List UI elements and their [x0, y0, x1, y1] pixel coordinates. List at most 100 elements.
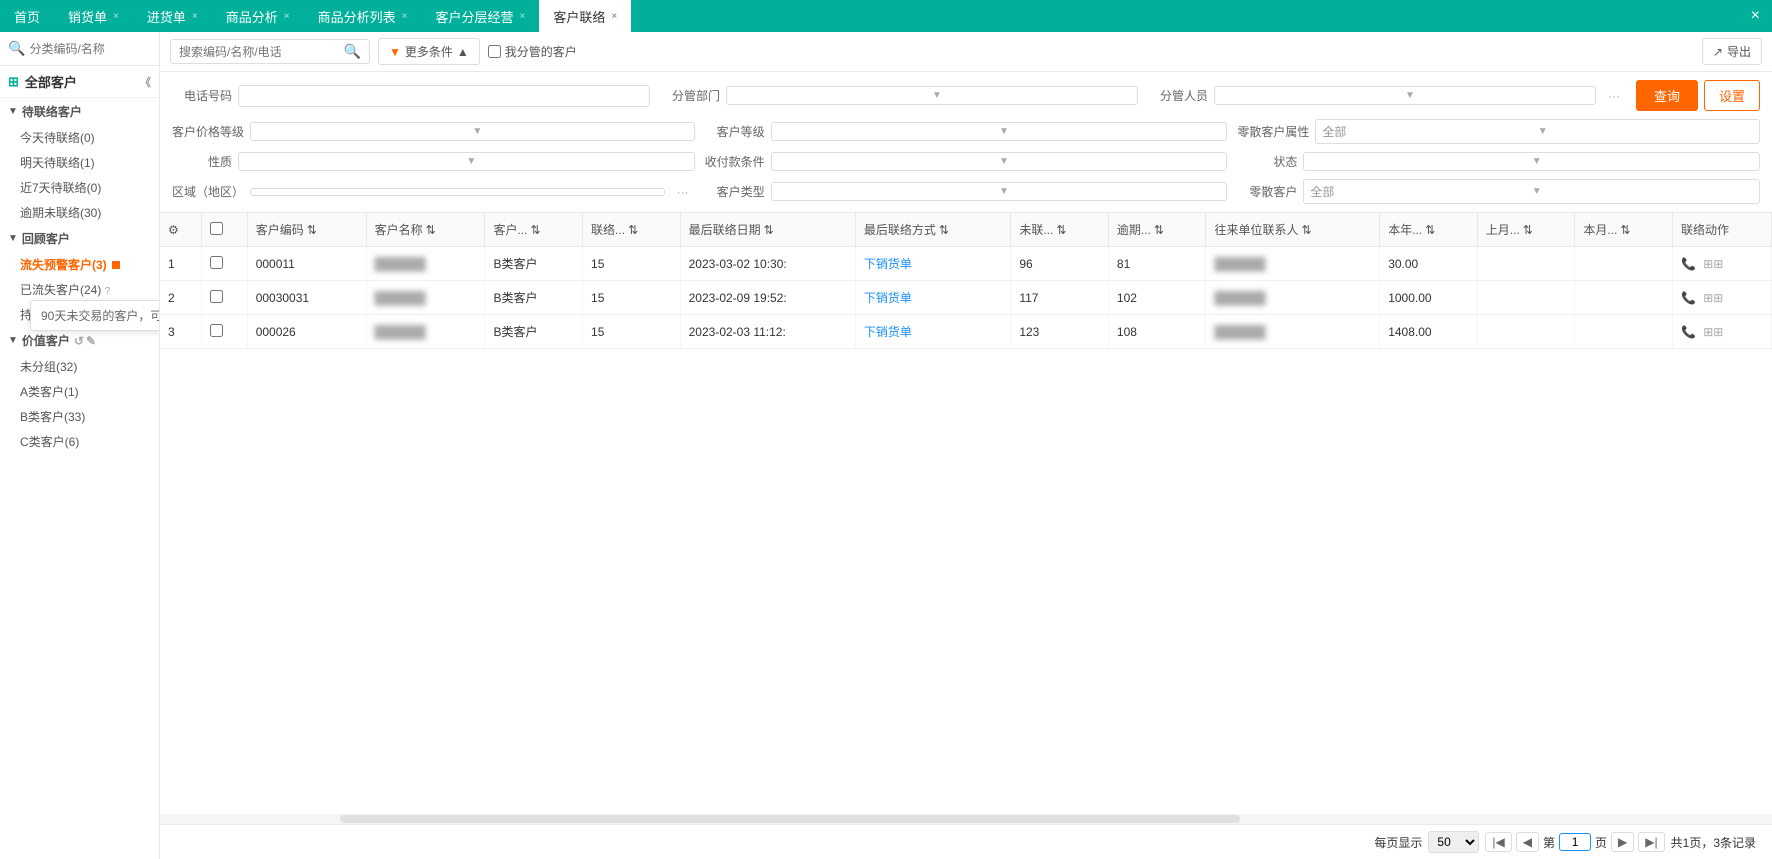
- window-close-button[interactable]: ×: [1739, 7, 1772, 25]
- cell-actions: 📞 ⊞⊞: [1672, 315, 1771, 349]
- sidebar-item-class-c[interactable]: C类客户(6): [0, 429, 159, 454]
- action-icon-more[interactable]: ⊞⊞: [1703, 291, 1723, 305]
- row-checkbox[interactable]: [210, 256, 223, 269]
- cell-this-year: 1000.00: [1380, 281, 1478, 315]
- cell-index: 2: [160, 281, 202, 315]
- sidebar-section-value-title[interactable]: ▼ 价值客户 ↺ ✎: [0, 327, 159, 354]
- th-checkbox: [202, 213, 248, 247]
- filter-status-select[interactable]: ▼: [1303, 152, 1760, 171]
- sidebar-section-lost-title[interactable]: ▼ 回顾客户: [0, 225, 159, 252]
- query-button[interactable]: 查询: [1636, 80, 1698, 111]
- tab-analysis[interactable]: 商品分析 ×: [212, 0, 304, 32]
- tab-close-sales[interactable]: ×: [113, 11, 119, 22]
- filter-phone-input[interactable]: [238, 85, 650, 107]
- sidebar-item-class-b[interactable]: B类客户(33): [0, 404, 159, 429]
- page-size-select[interactable]: 10 20 50 100: [1428, 831, 1479, 853]
- sidebar-item-today-contact[interactable]: 今天待联络(0): [0, 125, 159, 150]
- arrow-icon: ▼: [8, 106, 18, 117]
- sidebar-item-churn-warning[interactable]: 流失预警客户(3): [0, 252, 159, 277]
- cell-index: 3: [160, 315, 202, 349]
- arrow-icon-value: ▼: [8, 335, 18, 346]
- filter-payment-select[interactable]: ▼: [771, 152, 1228, 171]
- action-icon-phone[interactable]: 📞: [1681, 325, 1696, 339]
- edit-icon[interactable]: ✎: [86, 334, 96, 348]
- page-prev-button[interactable]: ◀: [1516, 832, 1539, 852]
- tab-purchase[interactable]: 进货单 ×: [133, 0, 212, 32]
- th-last-contact-date[interactable]: 最后联络日期 ⇅: [680, 213, 855, 247]
- sidebar-item-tomorrow-contact[interactable]: 明天待联络(1): [0, 150, 159, 175]
- settings-button[interactable]: 设置: [1704, 80, 1760, 111]
- th-last-contact-method[interactable]: 最后联络方式 ⇅: [855, 213, 1010, 247]
- toolbar-search-icon[interactable]: 🔍: [344, 43, 361, 60]
- sidebar-item-churned[interactable]: 已流失客户(24) ?: [0, 277, 159, 302]
- tab-sales[interactable]: 销货单 ×: [54, 0, 133, 32]
- filter-retail-customer-select[interactable]: 全部 ▼: [1303, 179, 1760, 204]
- filter-region-select[interactable]: [250, 188, 665, 196]
- tab-close-purchase[interactable]: ×: [192, 11, 198, 22]
- th-last-month[interactable]: 上月... ⇅: [1477, 213, 1575, 247]
- tab-customer-tier[interactable]: 客户分层经营 ×: [421, 0, 539, 32]
- filter-person: 分管人员 ▼ ···: [1148, 86, 1626, 106]
- th-uncontacted[interactable]: 未联... ⇅: [1011, 213, 1109, 247]
- my-customers-checkbox-label[interactable]: 我分管的客户: [488, 43, 577, 60]
- row-checkbox[interactable]: [210, 290, 223, 303]
- action-icon-phone[interactable]: 📞: [1681, 257, 1696, 271]
- th-contact[interactable]: 联络... ⇅: [583, 213, 681, 247]
- tab-close-analysis[interactable]: ×: [284, 11, 290, 22]
- contact-method-link[interactable]: 下销货单: [864, 291, 912, 305]
- filter-more-dots-1[interactable]: ···: [1602, 86, 1626, 106]
- page-last-button[interactable]: ▶|: [1638, 832, 1664, 852]
- filter-customer-level-select[interactable]: ▼: [771, 122, 1228, 141]
- refresh-icon[interactable]: ↺: [74, 334, 84, 348]
- collapse-icon[interactable]: 《: [140, 74, 151, 90]
- cell-this-month: [1575, 247, 1673, 281]
- th-type[interactable]: 客户... ⇅: [485, 213, 583, 247]
- horizontal-scrollbar[interactable]: [160, 814, 1772, 824]
- th-this-month[interactable]: 本月... ⇅: [1575, 213, 1673, 247]
- page-input[interactable]: [1559, 833, 1591, 851]
- tab-close-analysis-list[interactable]: ×: [402, 11, 408, 22]
- tab-analysis-list[interactable]: 商品分析列表 ×: [304, 0, 422, 32]
- export-button[interactable]: ↗ 导出: [1702, 38, 1762, 65]
- page-first-button[interactable]: |◀: [1485, 832, 1511, 852]
- page-next-button[interactable]: ▶: [1611, 832, 1634, 852]
- filter-customer-type-select[interactable]: ▼: [771, 182, 1228, 201]
- tooltip-churn-warning: 90天未交易的客户，可能有流失风险。: [30, 300, 160, 331]
- more-conditions-button[interactable]: ▼ 更多条件 ▲: [378, 38, 480, 65]
- th-company-contact[interactable]: 往来单位联系人 ⇅: [1206, 213, 1380, 247]
- contact-method-link[interactable]: 下销货单: [864, 257, 912, 271]
- sidebar-item-7day-contact[interactable]: 近7天待联络(0): [0, 175, 159, 200]
- action-icon-more[interactable]: ⊞⊞: [1703, 325, 1723, 339]
- sidebar-all-customers[interactable]: ⊞ 全部客户 《: [0, 66, 159, 98]
- tab-close-customer-tier[interactable]: ×: [519, 11, 525, 22]
- filter-person-select[interactable]: ▼: [1214, 86, 1596, 105]
- action-icon-phone[interactable]: 📞: [1681, 291, 1696, 305]
- th-overdue[interactable]: 逾期... ⇅: [1108, 213, 1206, 247]
- filter-retail-customer: 零散客户 全部 ▼: [1237, 179, 1760, 204]
- filter-nature-select[interactable]: ▼: [238, 152, 695, 171]
- row-checkbox[interactable]: [210, 324, 223, 337]
- sidebar-search-input[interactable]: [29, 42, 160, 56]
- cell-overdue: 108: [1108, 315, 1206, 349]
- sidebar-item-overdue-contact[interactable]: 逾期未联络(30): [0, 200, 159, 225]
- tab-customer-contact[interactable]: 客户联络 ×: [539, 0, 631, 32]
- filter-dept-select[interactable]: ▼: [726, 86, 1138, 105]
- my-customers-checkbox[interactable]: [488, 45, 501, 58]
- filter-price-level-select[interactable]: ▼: [250, 122, 695, 141]
- th-name[interactable]: 客户名称 ⇅: [366, 213, 485, 247]
- tab-close-customer-contact[interactable]: ×: [611, 11, 617, 22]
- tab-home[interactable]: 首页: [0, 0, 54, 32]
- sidebar-item-ungroup[interactable]: 未分组(32): [0, 354, 159, 379]
- select-all-checkbox[interactable]: [210, 222, 223, 235]
- sidebar-section-pending-title[interactable]: ▼ 待联络客户: [0, 98, 159, 125]
- action-icon-more[interactable]: ⊞⊞: [1703, 257, 1723, 271]
- contact-method-link[interactable]: 下销货单: [864, 325, 912, 339]
- filter-retail-attr-select[interactable]: 全部 ▼: [1315, 119, 1760, 144]
- th-this-year[interactable]: 本年... ⇅: [1380, 213, 1478, 247]
- sidebar-item-class-a[interactable]: A类客户(1): [0, 379, 159, 404]
- th-code[interactable]: 客户编码 ⇅: [247, 213, 366, 247]
- filter-more-dots-2[interactable]: ···: [671, 182, 695, 202]
- toolbar: 🔍 ▼ 更多条件 ▲ 我分管的客户 ↗ 导出: [160, 32, 1772, 72]
- toolbar-search-input[interactable]: [179, 45, 344, 59]
- customer-table: ⚙ 客户编码 ⇅ 客户名称 ⇅ 客户... ⇅ 联络... ⇅ 最后联络日期 ⇅…: [160, 213, 1772, 349]
